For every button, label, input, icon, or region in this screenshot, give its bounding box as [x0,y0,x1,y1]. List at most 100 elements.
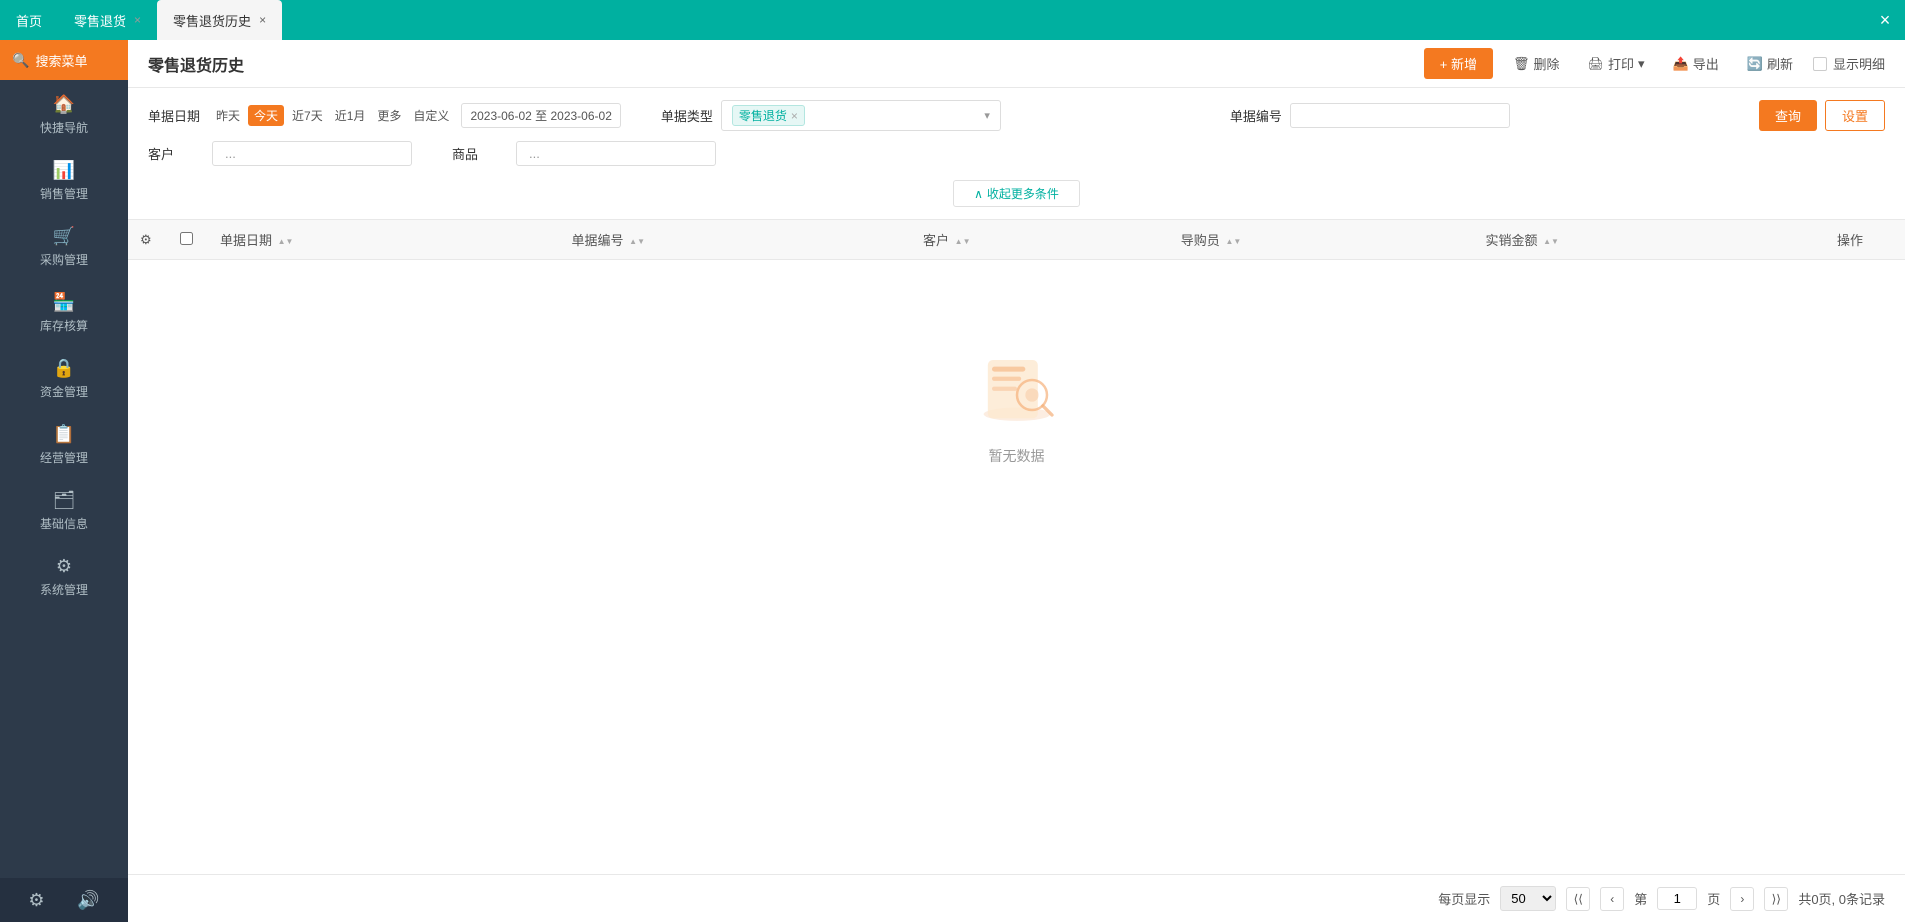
window-close-button[interactable]: × [1865,0,1905,40]
tab-bar: 首页 零售退货 × 零售退货历史 × × [0,0,1905,40]
date-label: 单据日期 [148,106,204,125]
page-size-label: 每页显示 [1438,889,1490,908]
sidebar-item-label: 基础信息 [40,515,88,532]
table-head: ⚙ 单据日期 ▲▼ 单据编号 ▲▼ [128,220,1905,260]
prev-page-button[interactable]: ‹ [1600,887,1624,911]
number-label: 单据编号 [1230,106,1282,125]
export-label: 导出 [1693,54,1719,73]
date-opt-custom[interactable]: 自定义 [409,105,453,126]
th-number[interactable]: 单据编号 ▲▼ [560,220,912,260]
new-button[interactable]: + 新增 [1424,48,1493,79]
current-page-input[interactable] [1657,887,1697,910]
display-detail-checkbox[interactable] [1813,57,1827,71]
tab-retail-return-label: 零售退货 [74,11,126,30]
query-button[interactable]: 查询 [1759,100,1817,131]
tab-home[interactable]: 首页 [0,0,58,40]
filter-type-section: 单据类型 零售退货 × ▾ [661,100,1190,131]
date-range[interactable]: 2023-06-02 至 2023-06-02 [461,103,620,128]
refresh-label: 刷新 [1767,54,1793,73]
collapse-arrow-icon: ∧ [974,187,983,201]
collapse-label: 收起更多条件 [987,185,1059,202]
refresh-button[interactable]: 🔄 刷新 [1739,50,1801,77]
sidebar-item-label: 快捷导航 [40,119,88,136]
sidebar-item-label: 经营管理 [40,449,88,466]
th-date[interactable]: 单据日期 ▲▼ [208,220,560,260]
display-detail-label: 显示明细 [1833,54,1885,73]
delete-label: 删除 [1534,54,1560,73]
th-amount[interactable]: 实销金额 ▲▼ [1473,220,1825,260]
filter-customer-section: 客户 ... [148,141,412,166]
sidebar-item-inventory-calc[interactable]: 🏪 库存核算 [0,278,128,344]
date-options: 昨天 今天 近7天 近1月 更多 自定义 [212,105,453,126]
th-guide[interactable]: 导购员 ▲▼ [1169,220,1474,260]
gear-icon[interactable]: ⚙ [140,232,152,247]
date-opt-7days[interactable]: 近7天 [288,105,327,126]
type-value-dropdown[interactable]: 零售退货 × ▾ [721,100,1001,131]
print-label: 打印 [1608,54,1634,73]
date-opt-yesterday[interactable]: 昨天 [212,105,244,126]
sidebar-item-quick-nav[interactable]: 🏠 快捷导航 [0,80,128,146]
collapse-row: ∧ 收起更多条件 [148,176,1885,207]
collapse-button[interactable]: ∧ 收起更多条件 [953,180,1080,207]
sidebar-item-label: 销售管理 [40,185,88,202]
sidebar-item-fund-mgmt[interactable]: 🔒 资金管理 [0,344,128,410]
sound-icon[interactable]: 🔊 [77,890,99,911]
inventory-calc-icon: 🏪 [53,292,75,313]
print-icon: 🖨 [1588,56,1605,72]
operation-mgmt-icon: 📋 [53,424,75,445]
pagination-bar: 每页显示 50 100 200 ⟨⟨ ‹ 第 页 › ⟩⟩ 共0页, 0条记录 [128,874,1905,922]
empty-state: 暂无数据 [128,260,1905,546]
last-page-button[interactable]: ⟩⟩ [1764,887,1788,911]
th-customer[interactable]: 客户 ▲▼ [911,220,1169,260]
sidebar-item-label: 采购管理 [40,251,88,268]
refresh-icon: 🔄 [1747,56,1763,72]
number-sort-icon: ▲▼ [629,238,645,246]
system-mgmt-icon: ⚙ [56,556,72,577]
filter-number-section: 单据编号 [1230,103,1759,128]
customer-input[interactable]: ... [212,141,412,166]
select-all-checkbox[interactable] [180,232,193,245]
type-tag-close[interactable]: × [791,109,798,123]
settings-button[interactable]: 设置 [1825,100,1885,131]
settings-icon[interactable]: ⚙ [28,890,44,911]
display-toggle: 显示明细 [1813,54,1885,73]
date-opt-1month[interactable]: 近1月 [331,105,370,126]
page-header: 零售退货历史 + 新增 🗑 删除 🖨 打印 ▾ 📤 导出 🔄 [128,40,1905,88]
sidebar-item-operation-mgmt[interactable]: 📋 经营管理 [0,410,128,476]
sales-mgmt-icon: 📊 [53,160,75,181]
header-actions: + 新增 🗑 删除 🖨 打印 ▾ 📤 导出 🔄 刷新 [1424,48,1885,79]
sidebar-item-sales-mgmt[interactable]: 📊 销售管理 [0,146,128,212]
tab-retail-return-history-close[interactable]: × [259,13,266,27]
page-size-select[interactable]: 50 100 200 [1500,886,1556,911]
quick-nav-icon: 🏠 [53,94,75,115]
sidebar-search-label: 搜索菜单 [35,51,87,70]
next-page-button[interactable]: › [1730,887,1754,911]
sidebar-search[interactable]: 🔍 搜索菜单 [0,40,128,80]
tab-retail-return-close[interactable]: × [134,13,141,27]
sidebar-item-system-mgmt[interactable]: ⚙ 系统管理 [0,542,128,608]
print-button[interactable]: 🖨 打印 ▾ [1580,50,1653,77]
date-opt-today[interactable]: 今天 [248,105,284,126]
sidebar-menu: 🏠 快捷导航 📊 销售管理 🛒 采购管理 🏪 库存核算 🔒 资金管理 📋 [0,80,128,878]
th-gear[interactable]: ⚙ [128,220,168,260]
filter-area: 单据日期 昨天 今天 近7天 近1月 更多 自定义 2023-06-02 至 2… [128,88,1905,220]
number-input[interactable] [1290,103,1510,128]
sidebar: 🔍 搜索菜单 🏠 快捷导航 📊 销售管理 🛒 采购管理 🏪 库存核算 🔒 [0,40,128,922]
sidebar-item-purchase-mgmt[interactable]: 🛒 采购管理 [0,212,128,278]
first-page-button[interactable]: ⟨⟨ [1566,887,1590,911]
tab-retail-return[interactable]: 零售退货 × [58,0,157,40]
goods-input[interactable]: ... [516,141,716,166]
filter-row-1: 单据日期 昨天 今天 近7天 近1月 更多 自定义 2023-06-02 至 2… [148,100,1885,131]
date-opt-more[interactable]: 更多 [373,105,405,126]
delete-button[interactable]: 🗑 删除 [1505,50,1568,77]
sidebar-item-label: 资金管理 [40,383,88,400]
goods-label: 商品 [452,144,508,163]
type-dropdown-arrow-icon: ▾ [984,109,990,122]
th-check[interactable] [168,220,208,260]
sidebar-item-basic-info[interactable]: 🗂 基础信息 [0,476,128,542]
tab-retail-return-history[interactable]: 零售退货历史 × [157,0,282,40]
export-button[interactable]: 📤 导出 [1665,50,1727,77]
print-arrow-icon: ▾ [1638,56,1645,72]
guide-sort-icon: ▲▼ [1225,238,1241,246]
tab-retail-return-history-label: 零售退货历史 [173,11,251,30]
